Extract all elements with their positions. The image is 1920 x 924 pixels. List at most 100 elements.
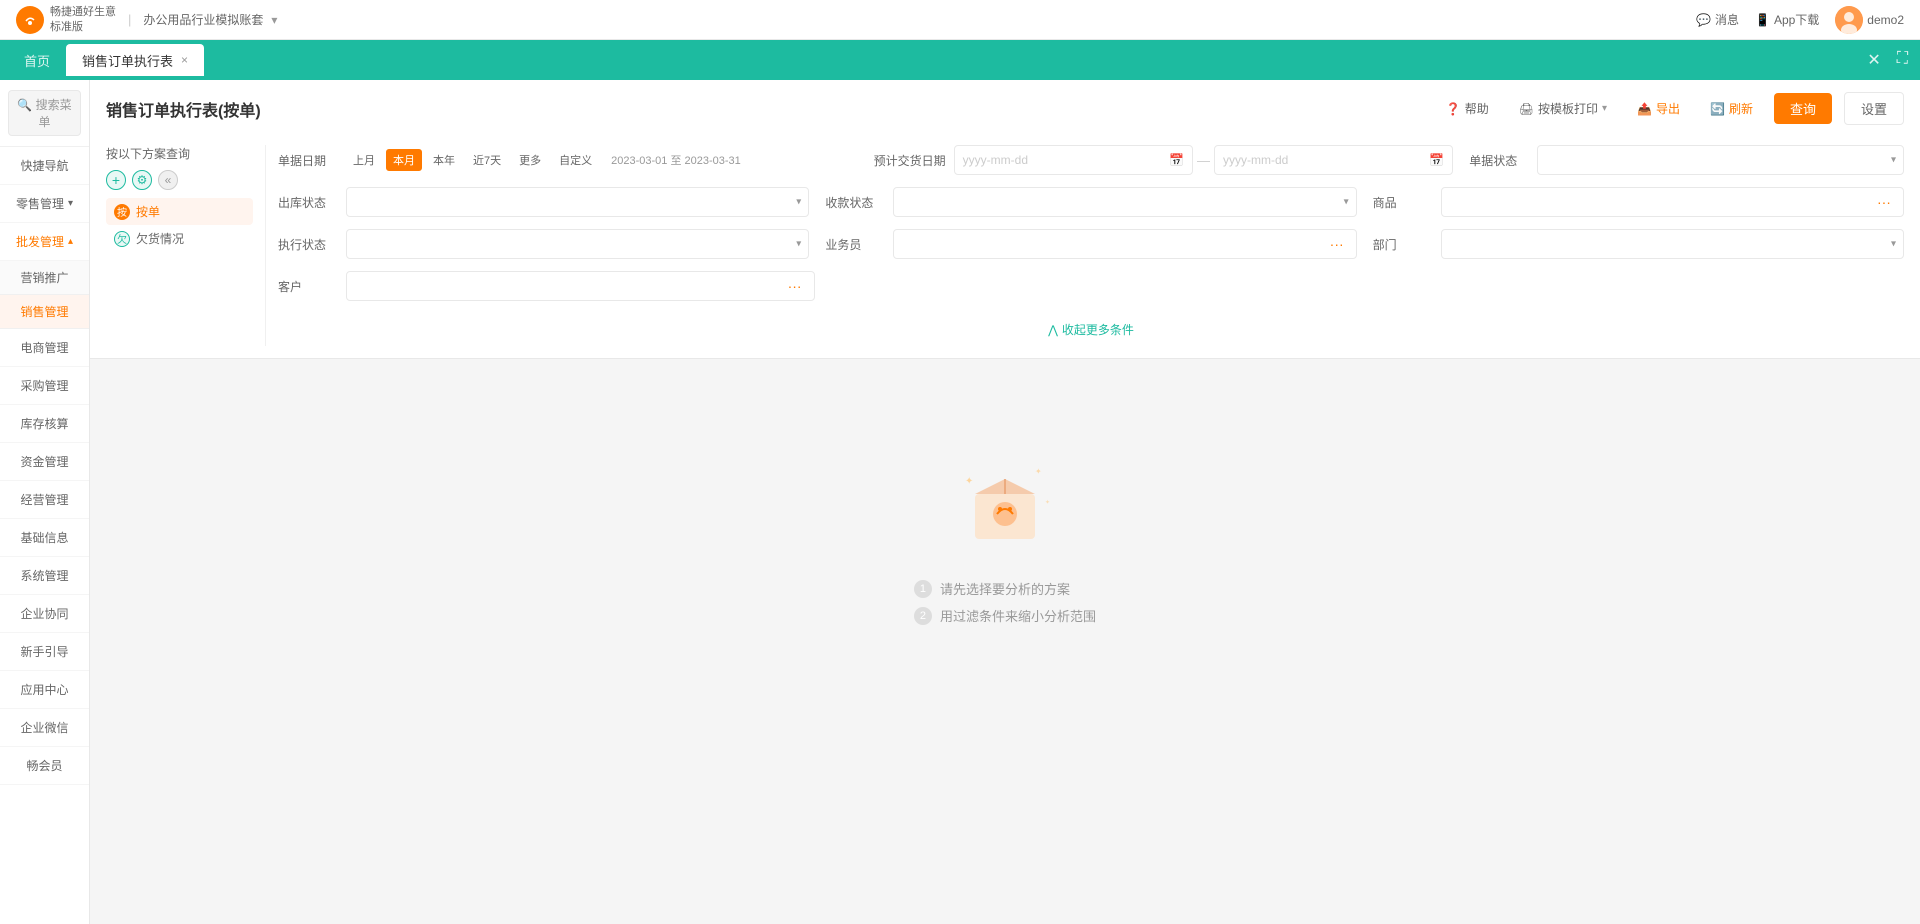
salesman-ellipsis-btn[interactable]: ··· [1326, 236, 1348, 252]
filter-item-doc-status: 单据状态 ▾ [1469, 145, 1904, 175]
step-num-1: 1 [914, 580, 932, 598]
user-menu[interactable]: demo2 [1835, 6, 1904, 34]
sidebar-item-ecommerce[interactable]: 电商管理 [0, 329, 89, 367]
quick-date-7days[interactable]: 近7天 [466, 149, 508, 171]
forecast-date-range: yyyy-mm-dd 📅 — yyyy-mm-dd 📅 [954, 145, 1454, 175]
quick-date-this-month[interactable]: 本月 [386, 149, 422, 171]
dept-label: 部门 [1373, 236, 1433, 253]
customer-input-wrapper[interactable]: ··· [346, 271, 815, 301]
sidebar-item-quick-nav[interactable]: 快捷导航 [0, 147, 89, 185]
top-header-left: 畅捷通好生意 标准版 | 办公用品行业模拟账套 ▾ [16, 5, 277, 34]
sidebar-search-section: 🔍 搜索菜单 [0, 80, 89, 147]
tab-home[interactable]: 首页 [8, 44, 66, 76]
app-download-button[interactable]: 📱 App下载 [1755, 11, 1819, 28]
filter-item-customer: 客户 ··· [278, 271, 815, 301]
export-button[interactable]: 📤 导出 [1628, 95, 1689, 122]
sidebar-item-basic-info[interactable]: 基础信息 [0, 519, 89, 557]
quick-date-more[interactable]: 更多 [512, 149, 548, 171]
forecast-date-start[interactable]: yyyy-mm-dd 📅 [954, 145, 1193, 175]
message-icon: 💬 [1696, 13, 1711, 27]
sidebar-item-wholesale[interactable]: 批发管理 ▴ [0, 223, 89, 261]
exec-status-select-wrapper: ▾ [346, 229, 809, 259]
out-status-select[interactable] [346, 187, 809, 217]
sidebar-item-member[interactable]: 畅会员 [0, 747, 89, 785]
customer-label: 客户 [278, 278, 338, 295]
breadcrumb-separator: | [128, 12, 131, 27]
dept-select[interactable] [1441, 229, 1904, 259]
sidebar-item-app-center[interactable]: 应用中心 [0, 671, 89, 709]
forecast-date-end[interactable]: yyyy-mm-dd 📅 [1214, 145, 1453, 175]
page-actions: ❓ 帮助 🖨 按模板打印 ▾ 📤 导出 🔄 刷新 [1437, 92, 1904, 125]
chevron-down-icon: ▾ [68, 198, 73, 209]
empty-step-2: 2 用过滤条件来缩小分析范围 [914, 606, 1096, 625]
collect-status-select-wrapper: ▾ [893, 187, 1356, 217]
scheme-settings-button[interactable]: ⚙ [132, 170, 152, 190]
filter-item-collect-status: 收款状态 ▾ [825, 187, 1356, 217]
page-header: 销售订单执行表(按单) ❓ 帮助 🖨 按模板打印 ▾ 📤 导出 [90, 80, 1920, 133]
collapse-icon: ⋀ [1048, 323, 1058, 337]
exec-status-select[interactable] [346, 229, 809, 259]
empty-state: ✦ ✦ ✦ 1 请先选择要分析的方案 2 用过滤条件来缩小分析范围 [90, 359, 1920, 713]
salesman-input-wrapper[interactable]: ··· [893, 229, 1356, 259]
sidebar-search-button[interactable]: 🔍 搜索菜单 [8, 90, 81, 136]
tab-close-icon[interactable]: × [181, 53, 188, 67]
page-content: 销售订单执行表(按单) ❓ 帮助 🖨 按模板打印 ▾ 📤 导出 [90, 80, 1920, 924]
filter-item-forecast-date: 预计交货日期 yyyy-mm-dd 📅 — yyyy-mm-dd [874, 145, 1454, 175]
search-button[interactable]: 查询 [1774, 93, 1832, 124]
sidebar-item-system[interactable]: 系统管理 [0, 557, 89, 595]
page-title: 销售订单执行表(按单) [106, 97, 261, 121]
add-scheme-button[interactable]: + [106, 170, 126, 190]
settings-icon: ⚙ [137, 173, 148, 187]
product-label: 商品 [1373, 194, 1433, 211]
sidebar-item-sales-mgmt[interactable]: 销售管理 [0, 295, 89, 329]
product-ellipsis-btn[interactable]: ··· [1873, 194, 1895, 210]
forecast-date-label: 预计交货日期 [874, 152, 946, 169]
sidebar-item-retail[interactable]: 零售管理 ▾ [0, 185, 89, 223]
chevron-up-icon: ▴ [68, 236, 73, 247]
scheme-icon-secondary: 欠 [114, 231, 130, 247]
sidebar-item-purchase[interactable]: 采购管理 [0, 367, 89, 405]
sidebar: 🔍 搜索菜单 快捷导航 零售管理 ▾ 批发管理 ▴ 营销推广 销售管理 电商管理 [0, 80, 90, 924]
export-icon: 📤 [1637, 102, 1652, 116]
sidebar-item-finance[interactable]: 资金管理 [0, 443, 89, 481]
sidebar-item-marketing[interactable]: 营销推广 [0, 261, 89, 295]
doc-status-select[interactable] [1537, 145, 1904, 175]
quick-date-last-month[interactable]: 上月 [346, 149, 382, 171]
collapse-more-button[interactable]: ⋀ 收起更多条件 [278, 313, 1904, 346]
help-icon: ❓ [1446, 102, 1461, 116]
sidebar-item-enterprise-wechat[interactable]: 企业微信 [0, 709, 89, 747]
filter-item-dept: 部门 ▾ [1373, 229, 1904, 259]
sidebar-item-collaboration[interactable]: 企业协同 [0, 595, 89, 633]
sidebar-item-operations[interactable]: 经营管理 [0, 481, 89, 519]
sidebar-item-guide[interactable]: 新手引导 [0, 633, 89, 671]
logo-icon [16, 6, 44, 34]
scheme-item-by-order[interactable]: 按 按单 [106, 198, 253, 225]
tab-sales-order[interactable]: 销售订单执行表 × [66, 44, 204, 76]
collect-status-select[interactable] [893, 187, 1356, 217]
settings-button[interactable]: 设置 [1844, 92, 1904, 125]
tab-restore-icon[interactable]: ✕ [1863, 46, 1884, 74]
help-button[interactable]: ❓ 帮助 [1437, 95, 1498, 122]
quick-date-this-year[interactable]: 本年 [426, 149, 462, 171]
filter-item-product: 商品 ··· [1373, 187, 1904, 217]
filter-schemes-panel: 按以下方案查询 + ⚙ « 按 按单 [106, 145, 266, 346]
refresh-button[interactable]: 🔄 刷新 [1701, 95, 1762, 122]
filter-row-4: 客户 ··· [278, 271, 1904, 301]
scheme-item-shortage[interactable]: 欠 欠货情况 [106, 225, 253, 252]
message-button[interactable]: 💬 消息 [1696, 11, 1739, 28]
breadcrumb-arrow[interactable]: ▾ [271, 13, 277, 27]
quick-date-custom[interactable]: 自定义 [552, 149, 599, 171]
template-print-button[interactable]: 🖨 按模板打印 ▾ [1510, 95, 1616, 122]
empty-step-1: 1 请先选择要分析的方案 [914, 579, 1096, 598]
breadcrumb: 办公用品行业模拟账套 [143, 11, 263, 28]
calendar-icon-start: 📅 [1169, 153, 1184, 167]
top-header-right: 💬 消息 📱 App下载 demo2 [1696, 6, 1904, 34]
filter-fields-panel: 单据日期 上月 本月 本年 近7天 更多 自定义 2023-03-01 至 20… [278, 145, 1904, 346]
product-input-wrapper[interactable]: ··· [1441, 187, 1904, 217]
tab-sales-order-label: 销售订单执行表 [82, 51, 173, 70]
tab-maximize-icon[interactable]: ⛶ [1893, 46, 1912, 74]
content-area: 销售订单执行表(按单) ❓ 帮助 🖨 按模板打印 ▾ 📤 导出 [90, 80, 1920, 924]
customer-ellipsis-btn[interactable]: ··· [784, 278, 806, 294]
sidebar-item-inventory[interactable]: 库存核算 [0, 405, 89, 443]
scheme-collapse-button[interactable]: « [158, 170, 178, 190]
